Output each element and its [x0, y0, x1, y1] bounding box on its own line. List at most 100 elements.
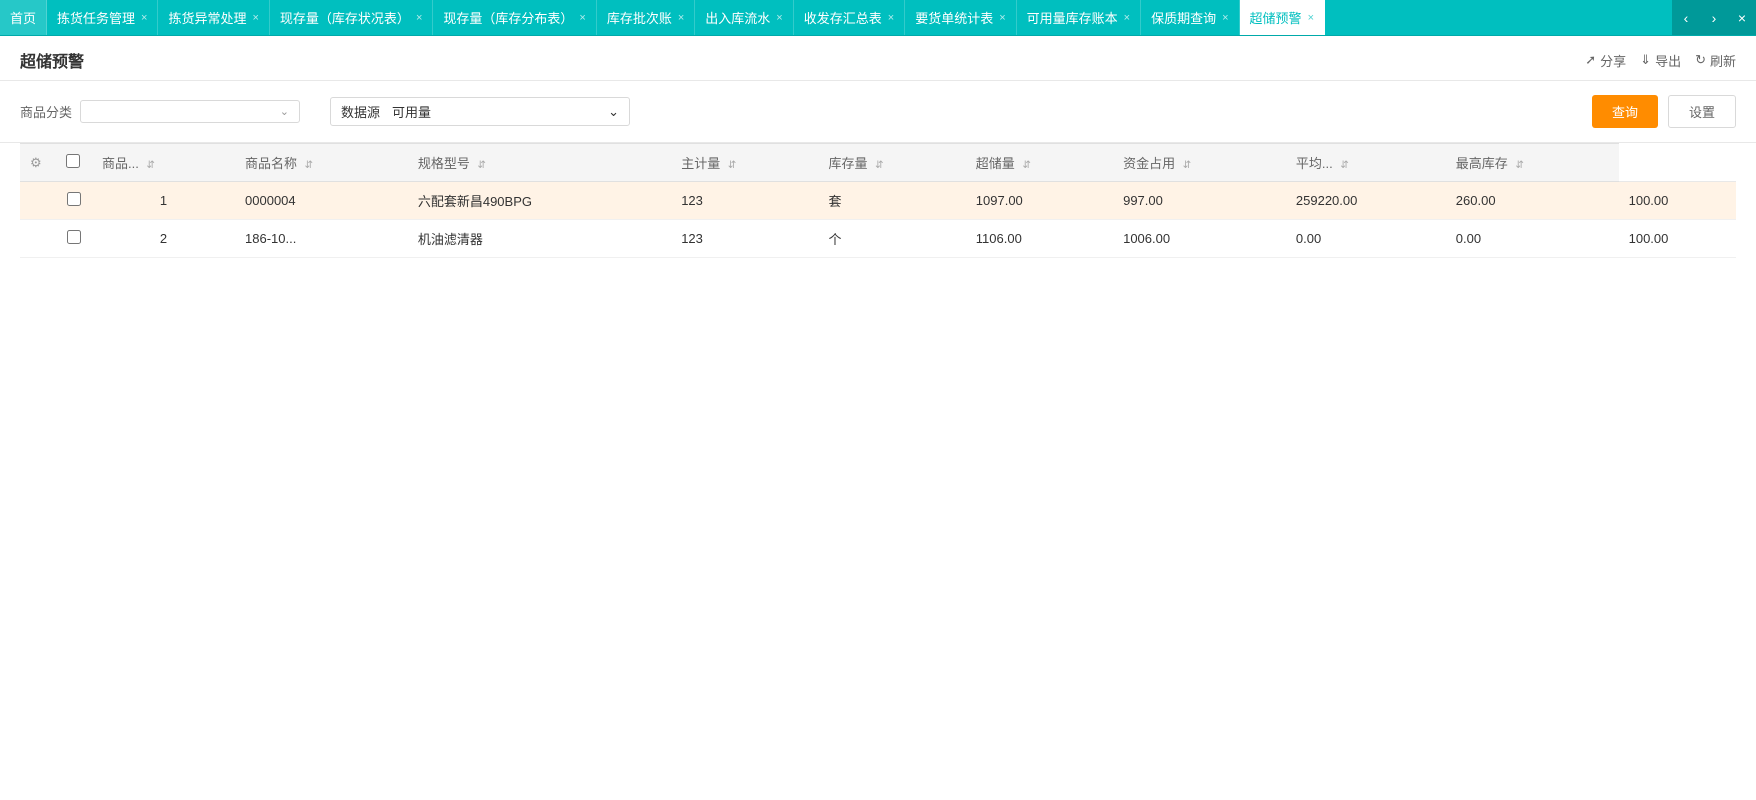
nav-item-label: 现存量（库存分布表）	[443, 8, 573, 27]
row-unit: 个	[819, 220, 966, 258]
row-checkbox-0[interactable]	[67, 192, 81, 206]
row-check-cell	[56, 220, 92, 258]
settings-button[interactable]: 设置	[1668, 95, 1736, 128]
nav-item-close-icon[interactable]: ×	[141, 12, 147, 24]
col-stock: 库存量 ⇵	[819, 144, 966, 182]
nav-item-label: 出入库流水	[705, 8, 770, 27]
category-select[interactable]: ⌄	[80, 100, 300, 123]
sort-product-code-icon[interactable]: ⇵	[146, 160, 154, 171]
export-icon: ⇓	[1640, 52, 1651, 68]
nav-item-home[interactable]: 首页	[0, 0, 47, 35]
sort-product-name-icon[interactable]: ⇵	[305, 160, 313, 171]
row-capital: 259220.00	[1286, 182, 1446, 220]
nav-item-label: 可用量库存账本	[1027, 8, 1118, 27]
datasource-chevron-icon: ⌄	[608, 104, 619, 120]
sort-stock-icon[interactable]: ⇵	[875, 160, 883, 171]
nav-item-label: 要货单统计表	[915, 8, 993, 27]
main-content: 超储预警 ➚ 分享 ⇓ 导出 ↻ 刷新 商品分类 ⌄	[0, 36, 1756, 800]
nav-prev-button[interactable]: ‹	[1672, 0, 1700, 35]
row-max-stock: 100.00	[1619, 220, 1736, 258]
datasource-value: 可用量	[392, 102, 431, 121]
nav-item-close-icon[interactable]: ×	[416, 12, 422, 24]
export-button[interactable]: ⇓ 导出	[1640, 51, 1681, 70]
col-product-code: 商品... ⇵	[92, 144, 235, 182]
row-checkbox-1[interactable]	[67, 230, 81, 244]
nav-item-label: 超储预警	[1250, 8, 1302, 27]
sort-max-stock-icon[interactable]: ⇵	[1515, 160, 1523, 171]
sort-overstock-icon[interactable]: ⇵	[1022, 160, 1030, 171]
page-title: 超储预警	[20, 48, 84, 72]
row-num-cell: 1	[92, 182, 235, 220]
row-product-code: 0000004	[235, 182, 408, 220]
nav-item-close-icon[interactable]: ×	[1308, 12, 1314, 24]
col-capital: 资金占用 ⇵	[1113, 144, 1286, 182]
row-spec: 123	[671, 220, 818, 258]
refresh-button[interactable]: ↻ 刷新	[1695, 51, 1736, 70]
nav-item-quality[interactable]: 保质期查询 ×	[1141, 0, 1239, 35]
nav-item-close-icon[interactable]: ×	[1124, 12, 1130, 24]
share-button[interactable]: ➚ 分享	[1585, 51, 1626, 70]
nav-item-close-icon[interactable]: ×	[678, 12, 684, 24]
nav-close-button[interactable]: ×	[1728, 0, 1756, 35]
nav-item-abnormal[interactable]: 拣货异常处理 ×	[158, 0, 269, 35]
select-all-checkbox[interactable]	[66, 154, 80, 168]
col-max-stock-label: 最高库存	[1456, 156, 1508, 171]
row-settings-cell	[20, 182, 56, 220]
nav-item-inventory-dist[interactable]: 现存量（库存分布表） ×	[433, 0, 596, 35]
sort-spec-icon[interactable]: ⇵	[477, 160, 485, 171]
col-check	[56, 144, 92, 182]
refresh-icon: ↻	[1695, 52, 1706, 68]
data-table: ⚙ 商品... ⇵ 商品名称 ⇵ 规格型号 ⇵	[20, 143, 1736, 258]
col-unit-label: 主计量	[681, 156, 720, 171]
datasource-select[interactable]: 数据源 可用量 ⌄	[330, 97, 630, 126]
nav-item-close-icon[interactable]: ×	[579, 12, 585, 24]
category-label: 商品分类	[20, 102, 72, 121]
nav-item-available[interactable]: 可用量库存账本 ×	[1017, 0, 1141, 35]
nav-item-close-icon[interactable]: ×	[776, 12, 782, 24]
nav-item-inventory-status[interactable]: 现存量（库存状况表）×	[270, 0, 433, 35]
table-header-row: ⚙ 商品... ⇵ 商品名称 ⇵ 规格型号 ⇵	[20, 144, 1736, 182]
sort-capital-icon[interactable]: ⇵	[1183, 160, 1191, 171]
row-product-name: 六配套新昌490BPG	[408, 182, 671, 220]
row-num-cell: 2	[92, 220, 235, 258]
nav-bar: 首页拣货任务管理×拣货异常处理×现存量（库存状况表）×现存量（库存分布表）×库存…	[0, 0, 1756, 36]
nav-item-close-icon[interactable]: ×	[888, 12, 894, 24]
nav-item-label: 首页	[10, 8, 36, 27]
col-capital-label: 资金占用	[1123, 156, 1175, 171]
col-avg: 平均... ⇵	[1286, 144, 1446, 182]
filter-buttons: 查询 设置	[1592, 95, 1736, 128]
nav-item-label: 收发存汇总表	[804, 8, 882, 27]
nav-item-close-icon[interactable]: ×	[252, 12, 258, 24]
nav-item-label: 保质期查询	[1151, 8, 1216, 27]
nav-item-batch[interactable]: 库存批次账 ×	[597, 0, 695, 35]
col-product-name: 商品名称 ⇵	[235, 144, 408, 182]
nav-item-label: 库存批次账	[607, 8, 672, 27]
nav-item-order-stat[interactable]: 要货单统计表 ×	[905, 0, 1016, 35]
row-overstock: 1006.00	[1113, 220, 1286, 258]
nav-item-collect[interactable]: 收发存汇总表 ×	[794, 0, 905, 35]
col-unit: 主计量 ⇵	[671, 144, 818, 182]
nav-item-label: 拣货任务管理	[57, 8, 135, 27]
sort-unit-icon[interactable]: ⇵	[728, 160, 736, 171]
share-icon: ➚	[1585, 52, 1596, 68]
query-button[interactable]: 查询	[1592, 95, 1658, 128]
nav-item-close-icon[interactable]: ×	[1222, 12, 1228, 24]
nav-item-overstock[interactable]: 超储预警 ×	[1240, 0, 1325, 35]
row-avg: 0.00	[1446, 220, 1619, 258]
sort-avg-icon[interactable]: ⇵	[1340, 160, 1348, 171]
row-check-cell	[56, 182, 92, 220]
nav-next-button[interactable]: ›	[1700, 0, 1728, 35]
nav-item-close-icon[interactable]: ×	[999, 12, 1005, 24]
row-stock: 1106.00	[966, 220, 1113, 258]
row-max-stock: 100.00	[1619, 182, 1736, 220]
nav-item-inout[interactable]: 出入库流水 ×	[695, 0, 793, 35]
header-actions: ➚ 分享 ⇓ 导出 ↻ 刷新	[1585, 51, 1736, 70]
row-product-name: 机油滤清器	[408, 220, 671, 258]
nav-item-task[interactable]: 拣货任务管理 ×	[47, 0, 158, 35]
nav-item-label: 拣货异常处理	[168, 8, 246, 27]
row-capital: 0.00	[1286, 220, 1446, 258]
col-overstock: 超储量 ⇵	[966, 144, 1113, 182]
table-area: ⚙ 商品... ⇵ 商品名称 ⇵ 规格型号 ⇵	[0, 143, 1756, 258]
gear-icon[interactable]: ⚙	[30, 155, 42, 170]
col-product-name-label: 商品名称	[245, 156, 297, 171]
